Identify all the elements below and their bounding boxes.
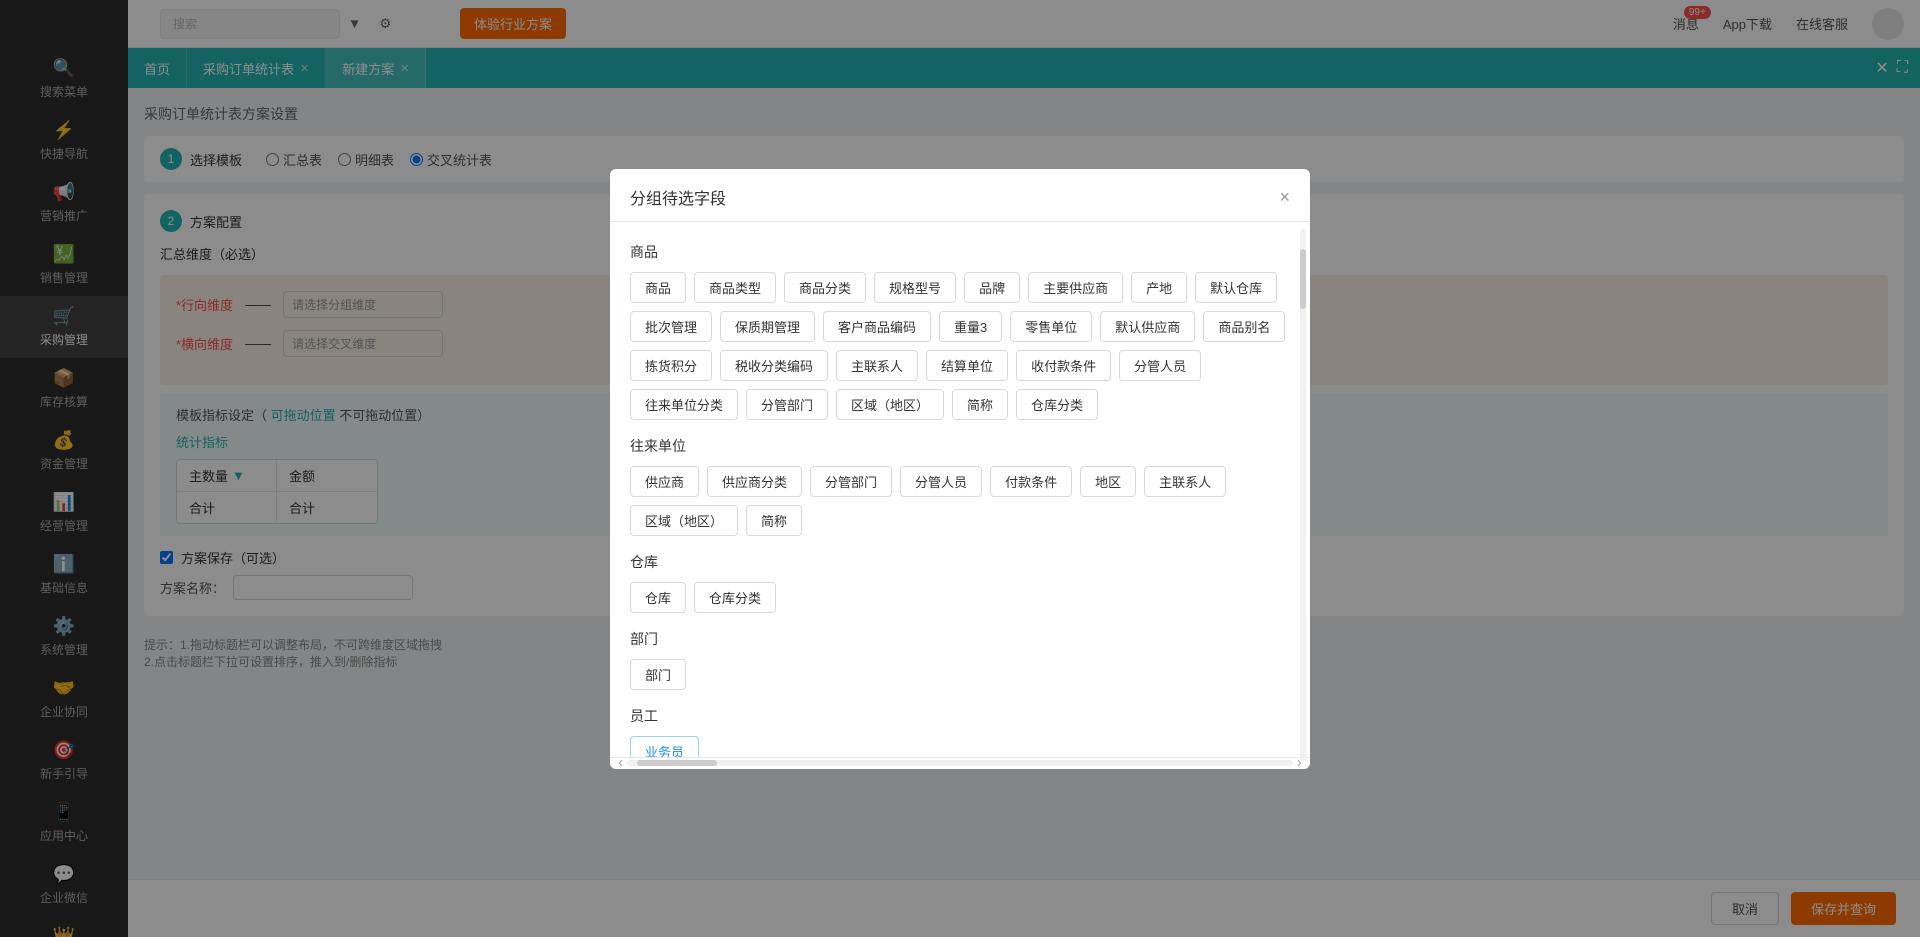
field-tag[interactable]: 分管部门 [810, 466, 892, 497]
field-grid-partner: 供应商 供应商分类 分管部门 分管人员 付款条件 地区 主联系人 区域（地区） … [630, 466, 1290, 536]
field-grid-warehouse: 仓库 仓库分类 [630, 582, 1290, 613]
field-tag[interactable]: 区域（地区） [630, 505, 738, 536]
field-tag[interactable]: 部门 [630, 659, 686, 690]
field-tag[interactable]: 税收分类编码 [720, 350, 828, 381]
modal-title: 分组待选字段 [630, 185, 726, 209]
field-tag[interactable]: 分管人员 [1119, 350, 1201, 381]
field-tag[interactable]: 仓库分类 [694, 582, 776, 613]
field-tag[interactable]: 分管人员 [900, 466, 982, 497]
field-tag[interactable]: 主联系人 [1144, 466, 1226, 497]
hscrollbar-thumb[interactable] [637, 760, 717, 766]
section-title-goods: 商品 [630, 242, 1290, 262]
field-tag[interactable]: 拣货积分 [630, 350, 712, 381]
field-tag[interactable]: 商品类型 [694, 272, 776, 303]
modal-hscrollbar[interactable]: ‹ › [610, 757, 1310, 769]
field-tag[interactable]: 分管部门 [746, 389, 828, 420]
field-tag[interactable]: 供应商 [630, 466, 699, 497]
field-tag[interactable]: 简称 [952, 389, 1008, 420]
field-tag[interactable]: 规格型号 [874, 272, 956, 303]
field-tag[interactable]: 收付款条件 [1016, 350, 1111, 381]
modal-vscrollbar-thumb[interactable] [1300, 249, 1306, 309]
modal-header: 分组待选字段 × [610, 169, 1310, 222]
field-tag[interactable]: 客户商品编码 [823, 311, 931, 342]
section-title-warehouse: 仓库 [630, 552, 1290, 572]
field-tag[interactable]: 主要供应商 [1028, 272, 1123, 303]
field-grid-dept: 部门 [630, 659, 1290, 690]
field-grid-employee: 业务员 [630, 736, 1290, 757]
field-tag-employee-sales[interactable]: 业务员 [630, 736, 699, 757]
field-tag[interactable]: 供应商分类 [707, 466, 802, 497]
field-tag[interactable]: 地区 [1080, 466, 1136, 497]
field-tag[interactable]: 重量3 [939, 311, 1002, 342]
field-tag[interactable]: 默认供应商 [1100, 311, 1195, 342]
hscroll-left-btn[interactable]: ‹ [618, 754, 623, 772]
field-tag[interactable]: 仓库 [630, 582, 686, 613]
field-tag[interactable]: 零售单位 [1010, 311, 1092, 342]
section-title-employee: 员工 [630, 706, 1290, 726]
field-tag[interactable]: 商品别名 [1203, 311, 1285, 342]
field-tag[interactable]: 结算单位 [926, 350, 1008, 381]
section-title-partner: 往来单位 [630, 436, 1290, 456]
field-grid-goods: 商品 商品类型 商品分类 规格型号 品牌 主要供应商 产地 默认仓库 批次管理 … [630, 272, 1290, 420]
field-tag[interactable]: 商品 [630, 272, 686, 303]
field-tag[interactable]: 商品分类 [784, 272, 866, 303]
field-tag[interactable]: 简称 [746, 505, 802, 536]
modal-close-btn[interactable]: × [1279, 188, 1290, 206]
section-title-dept: 部门 [630, 629, 1290, 649]
field-tag[interactable]: 品牌 [964, 272, 1020, 303]
modal-overlay: 分组待选字段 × 商品 商品 商品类型 商品分类 规格型号 品牌 主要供应商 产… [0, 0, 1920, 937]
field-tag[interactable]: 默认仓库 [1195, 272, 1277, 303]
modal-vscrollbar-track [1300, 229, 1306, 761]
modal: 分组待选字段 × 商品 商品 商品类型 商品分类 规格型号 品牌 主要供应商 产… [610, 169, 1310, 769]
field-tag[interactable]: 区域（地区） [836, 389, 944, 420]
field-tag[interactable]: 往来单位分类 [630, 389, 738, 420]
field-tag[interactable]: 批次管理 [630, 311, 712, 342]
modal-body: 商品 商品 商品类型 商品分类 规格型号 品牌 主要供应商 产地 默认仓库 批次… [610, 222, 1310, 757]
field-tag[interactable]: 仓库分类 [1016, 389, 1098, 420]
field-tag[interactable]: 保质期管理 [720, 311, 815, 342]
field-tag[interactable]: 产地 [1131, 272, 1187, 303]
hscrollbar-track [627, 760, 1292, 766]
field-tag[interactable]: 主联系人 [836, 350, 918, 381]
field-tag[interactable]: 付款条件 [990, 466, 1072, 497]
